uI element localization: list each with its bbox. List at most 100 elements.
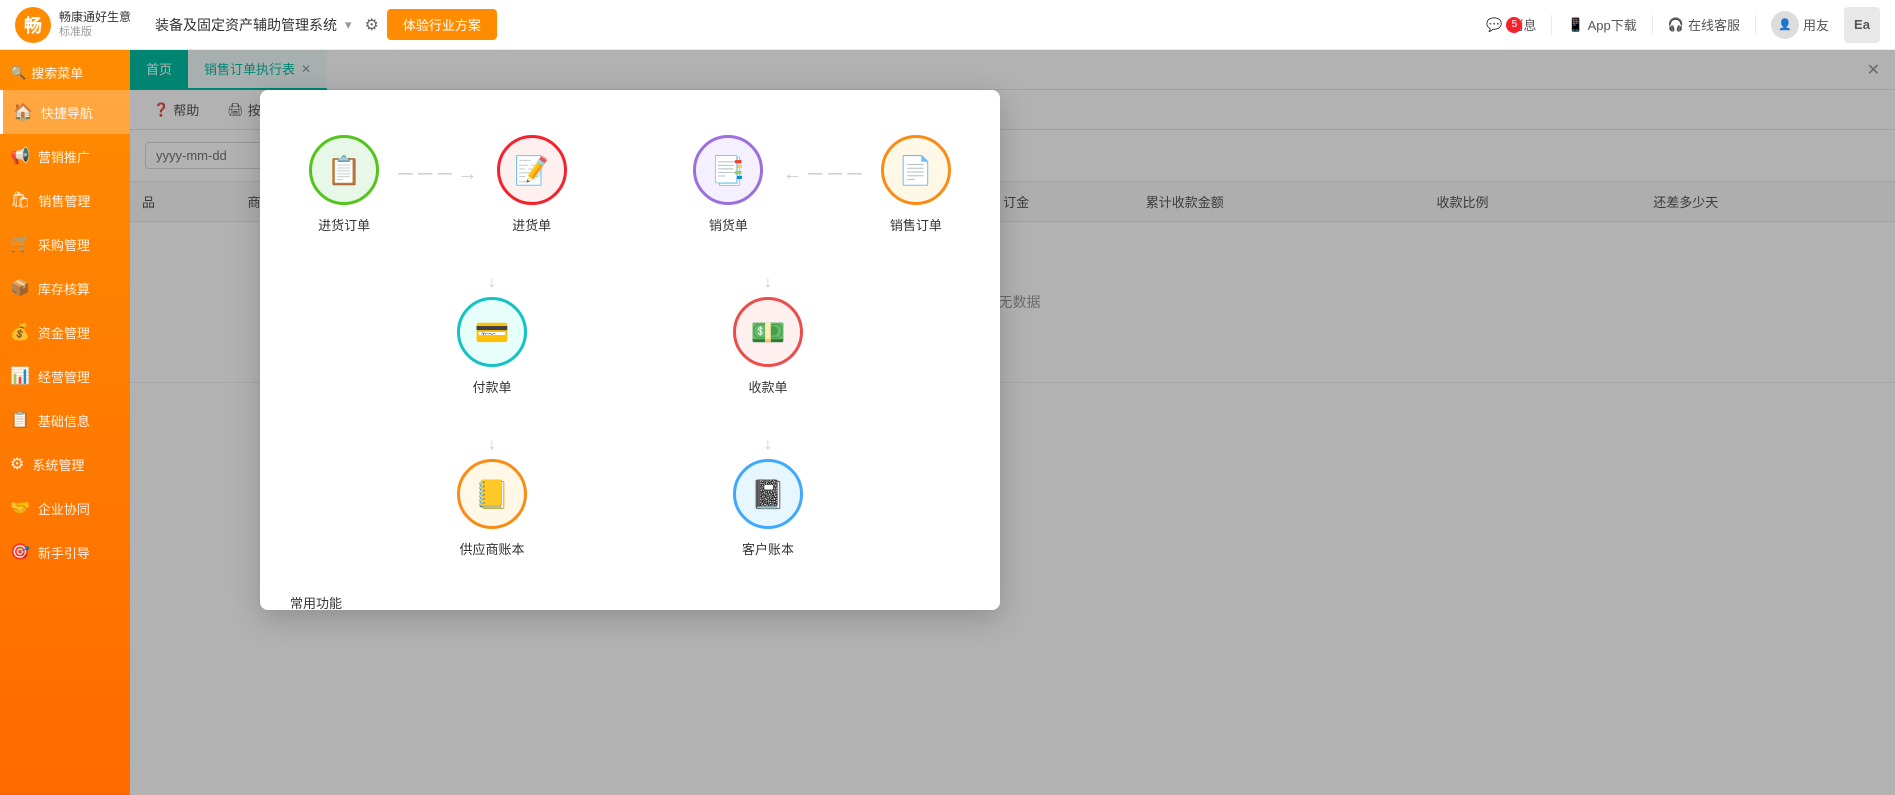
- flow-node-purchase-order[interactable]: 📋 进货订单: [290, 120, 398, 249]
- sidebar-item-label: 系统管理: [32, 455, 84, 474]
- user-menu[interactable]: 👤 用友: [1771, 11, 1829, 39]
- service-icon: 🎧: [1668, 17, 1684, 33]
- sidebar-item-enterprise[interactable]: 🤝 企业协同: [0, 486, 130, 530]
- flow-node-supplier-ledger[interactable]: ↓ 📒 供应商账本: [418, 421, 566, 573]
- supplier-ledger-label: 供应商账本: [459, 539, 524, 558]
- sidebar-item-label: 新手引导: [38, 543, 90, 562]
- basic-info-icon: 📋: [10, 410, 30, 430]
- sidebar-item-finance[interactable]: 💰 资金管理: [0, 310, 130, 354]
- marketing-icon: 📢: [10, 146, 30, 166]
- arrow-down-cust: ↓: [764, 436, 772, 454]
- sidebar-item-label: 库存核算: [38, 279, 90, 298]
- sidebar-search[interactable]: 🔍 搜索菜单: [0, 55, 130, 90]
- app-subtitle: 标准版: [59, 25, 131, 39]
- flow-node-sales-order[interactable]: 📄 销售订单: [862, 120, 970, 249]
- finance-icon: 💰: [10, 322, 30, 342]
- sidebar-item-system[interactable]: ⚙ 系统管理: [0, 442, 130, 486]
- modal-content: 📋 进货订单 ─ ─ ─ → 📝 进货单: [260, 90, 1000, 610]
- inventory-icon: 📦: [10, 278, 30, 298]
- sidebar-item-label: 企业协同: [38, 499, 90, 518]
- sidebar-item-purchase[interactable]: 🛒 采购管理: [0, 222, 130, 266]
- purchase-order-icon: 📋: [309, 135, 379, 205]
- common-functions-title: 常用功能: [290, 593, 970, 610]
- logo-text: 畅康通好生意 标准版: [59, 10, 131, 40]
- download-icon: 📱: [1567, 17, 1583, 33]
- customer-ledger-label: 客户账本: [742, 539, 794, 558]
- message-icon: 💬: [1486, 17, 1502, 33]
- arrow-down-rec: ↓: [764, 274, 772, 292]
- online-service-label: 在线客服: [1688, 15, 1740, 34]
- operations-icon: 📊: [10, 366, 30, 386]
- sidebar-item-label: 营销推广: [38, 147, 90, 166]
- sidebar-item-sales[interactable]: 🛍 销售管理: [0, 178, 130, 222]
- logo-icon: 畅: [15, 7, 51, 43]
- divider: [1551, 15, 1552, 35]
- app-name: 畅康通好生意: [59, 10, 131, 26]
- system-title: 装备及固定资产辅助管理系统: [155, 15, 337, 35]
- flow-row-2: ↓ 💳 付款单 ↓ 💵 收款单: [290, 259, 970, 411]
- modal-overlay[interactable]: 📋 进货订单 ─ ─ ─ → 📝 进货单: [130, 50, 1895, 795]
- dropdown-arrow-icon[interactable]: ▾: [345, 17, 352, 33]
- sidebar-item-label: 采购管理: [38, 235, 90, 254]
- home-icon: 🏠: [13, 102, 33, 122]
- sidebar-item-label: 销售管理: [38, 191, 90, 210]
- payment-slip-icon: 💳: [457, 297, 527, 367]
- sidebar-item-basic-info[interactable]: 📋 基础信息: [0, 398, 130, 442]
- experience-btn[interactable]: 体验行业方案: [387, 9, 497, 40]
- sidebar-item-newbie[interactable]: 🎯 新手引导: [0, 530, 130, 574]
- flow-node-purchase-bill[interactable]: 📝 进货单: [478, 120, 586, 249]
- sales-order-label: 销售订单: [890, 215, 942, 234]
- sidebar-item-label: 经营管理: [38, 367, 90, 386]
- top-header: 畅 畅康通好生意 标准版 装备及固定资产辅助管理系统 ▾ ⚙ 体验行业方案 💬 …: [0, 0, 1895, 50]
- purchase-order-label: 进货订单: [318, 215, 370, 234]
- ea-avatar: Ea: [1844, 7, 1880, 43]
- arrow-down-sup: ↓: [488, 436, 496, 454]
- settings-icon[interactable]: ⚙: [365, 15, 379, 35]
- flow-node-payment-slip[interactable]: ↓ 💳 付款单: [418, 259, 566, 411]
- flow-row-1: 📋 进货订单 ─ ─ ─ → 📝 进货单: [290, 120, 970, 249]
- sidebar-item-marketing[interactable]: 📢 营销推广: [0, 134, 130, 178]
- sales-bill-label: 销货单: [709, 215, 748, 234]
- flow-node-customer-ledger[interactable]: ↓ 📓 客户账本: [694, 421, 842, 573]
- newbie-icon: 🎯: [10, 542, 30, 562]
- system-icon: ⚙: [10, 454, 24, 474]
- avatar: 👤: [1771, 11, 1799, 39]
- divider3: [1755, 15, 1756, 35]
- arrow-right-1: ─ ─ ─ →: [398, 163, 477, 186]
- receipt-slip-icon: 💵: [733, 297, 803, 367]
- search-icon: 🔍: [10, 65, 26, 81]
- supplier-ledger-icon: 📒: [457, 459, 527, 529]
- payment-slip-label: 付款单: [472, 377, 511, 396]
- app-download-label: App下载: [1588, 15, 1637, 34]
- arrow-down-pay: ↓: [488, 274, 496, 292]
- sidebar-item-label: 资金管理: [38, 323, 90, 342]
- ea-label: Ea: [1854, 17, 1870, 32]
- purchase-bill-label: 进货单: [512, 215, 551, 234]
- arrow-left-1: ← ─ ─ ─: [783, 163, 862, 186]
- sales-bill-icon: 📑: [693, 135, 763, 205]
- customer-ledger-icon: 📓: [733, 459, 803, 529]
- flow-row-3: ↓ 📒 供应商账本 ↓ 📓 客户账本: [290, 421, 970, 573]
- purchase-icon: 🛒: [10, 234, 30, 254]
- divider2: [1652, 15, 1653, 35]
- receipt-slip-label: 收款单: [748, 377, 787, 396]
- content-area: 首页 销售订单执行表 ✕ ✕ ❓ 帮助 🖨 按模板打印 ▾ ⬇ 导: [130, 50, 1895, 795]
- sales-order-icon: 📄: [881, 135, 951, 205]
- message-btn[interactable]: 💬 5 消息: [1486, 15, 1536, 34]
- sidebar: 🔍 搜索菜单 🏠 快捷导航 📢 营销推广 🛍 销售管理 🛒 采购管理 📦 库存核…: [0, 50, 130, 795]
- sidebar-item-label: 快捷导航: [41, 103, 93, 122]
- purchase-bill-icon: 📝: [497, 135, 567, 205]
- message-badge: 5: [1506, 17, 1522, 33]
- flow-node-receipt-slip[interactable]: ↓ 💵 收款单: [694, 259, 842, 411]
- search-menu-label: 搜索菜单: [31, 63, 83, 82]
- sidebar-item-operations[interactable]: 📊 经营管理: [0, 354, 130, 398]
- user-name: 用友: [1803, 15, 1829, 34]
- header-right: 💬 5 消息 📱 App下载 🎧 在线客服 👤 用友 Ea: [1486, 7, 1880, 43]
- sidebar-item-inventory[interactable]: 📦 库存核算: [0, 266, 130, 310]
- app-download-btn[interactable]: 📱 App下载: [1567, 15, 1636, 34]
- sales-icon: 🛍: [10, 190, 30, 210]
- flow-node-sales-bill[interactable]: 📑 销货单: [674, 120, 782, 249]
- logo-area: 畅 畅康通好生意 标准版: [15, 7, 145, 43]
- online-service-btn[interactable]: 🎧 在线客服: [1668, 15, 1740, 34]
- sidebar-item-quick-nav[interactable]: 🏠 快捷导航: [0, 90, 130, 134]
